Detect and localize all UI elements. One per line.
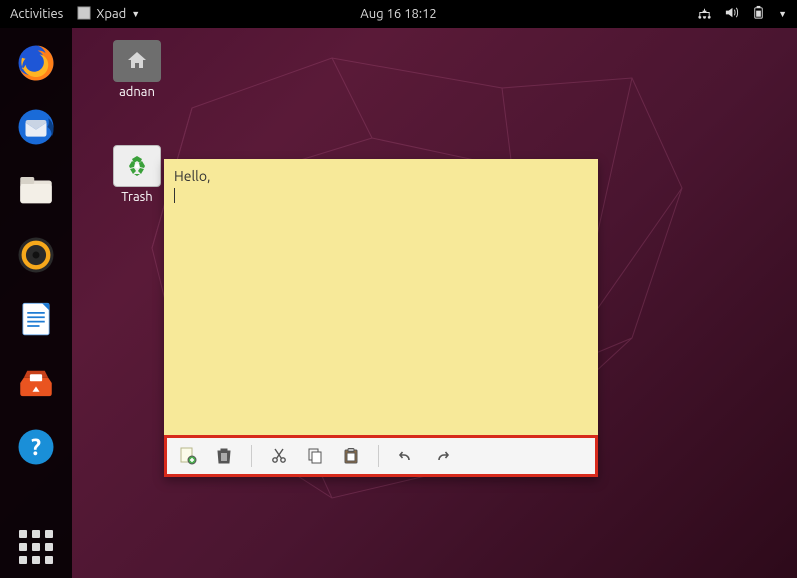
volume-icon[interactable] [724,5,739,23]
cut-button[interactable] [270,447,288,465]
chevron-down-icon: ▼ [131,9,140,19]
apps-grid-icon [19,530,53,564]
dock-thunderbird[interactable] [11,102,61,152]
top-bar: Activities Xpad ▼ Aug 16 18:12 ▼ [0,0,797,28]
paste-button[interactable] [342,447,360,465]
toolbar-separator [378,445,379,467]
home-folder-icon [113,40,161,82]
redo-button[interactable] [433,447,451,465]
trash-label: Trash [102,190,172,204]
dock-libreoffice-writer[interactable] [11,294,61,344]
copy-button[interactable] [306,447,324,465]
desktop[interactable]: adnan Trash Hello, [72,28,797,578]
dock-rhythmbox[interactable] [11,230,61,280]
svg-text:?: ? [31,435,41,460]
dock: ? [0,28,72,578]
app-name: Xpad [96,7,126,21]
dock-files[interactable] [11,166,61,216]
home-folder-label: adnan [102,85,172,99]
dock-help[interactable]: ? [11,422,61,472]
xpad-indicator-icon [77,6,91,23]
new-note-button[interactable] [179,447,197,465]
undo-button[interactable] [397,447,415,465]
dock-firefox[interactable] [11,38,61,88]
desktop-home-folder[interactable]: adnan [102,40,172,99]
system-menu-chevron-icon[interactable]: ▼ [778,9,787,19]
text-cursor [174,188,175,203]
trash-icon [113,145,161,187]
note-text-area[interactable]: Hello, [164,159,598,435]
delete-note-button[interactable] [215,447,233,465]
note-text: Hello, [174,168,210,184]
xpad-note-window: Hello, [164,159,598,477]
note-toolbar [164,435,598,477]
desktop-trash[interactable]: Trash [102,145,172,204]
battery-icon[interactable] [751,5,766,23]
toolbar-separator [251,445,252,467]
network-icon[interactable] [697,5,712,23]
activities-button[interactable]: Activities [10,7,63,21]
dock-ubuntu-software[interactable] [11,358,61,408]
show-applications-button[interactable] [0,530,72,564]
app-menu[interactable]: Xpad ▼ [77,6,140,23]
clock[interactable]: Aug 16 18:12 [360,7,437,21]
